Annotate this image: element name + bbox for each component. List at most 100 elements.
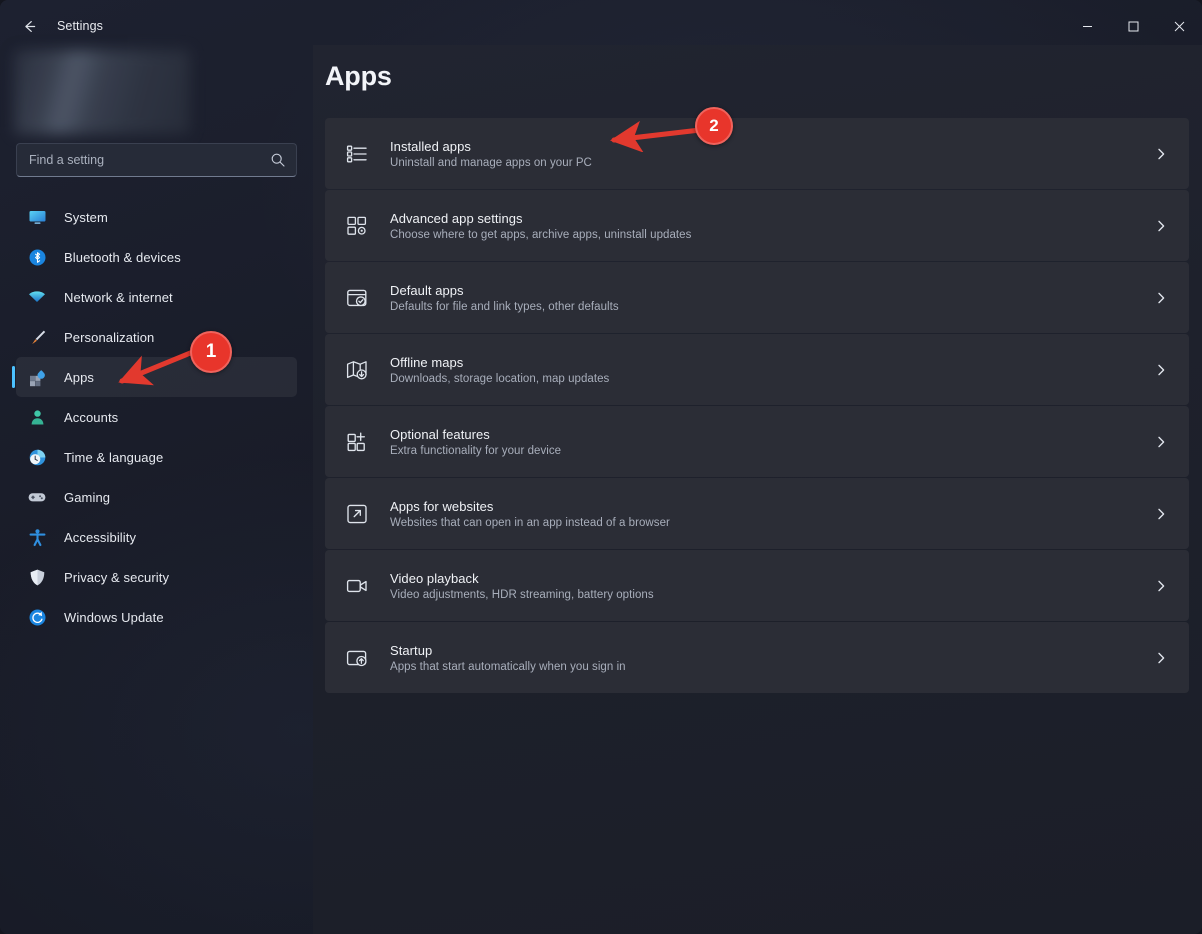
main-content: Apps Installed apps Uninstall and manag [313, 45, 1202, 934]
row-text: Advanced app settings Choose where to ge… [390, 211, 691, 241]
chevron-right-icon[interactable] [1154, 291, 1168, 305]
search-input[interactable] [29, 153, 270, 167]
sidebar-item-label: System [64, 210, 108, 225]
sidebar-item-label: Accounts [64, 410, 118, 425]
system-monitor-icon [24, 208, 50, 227]
row-text: Default apps Defaults for file and link … [390, 283, 619, 313]
chevron-right-icon[interactable] [1154, 363, 1168, 377]
chevron-right-icon[interactable] [1154, 651, 1168, 665]
offline-maps-icon [341, 358, 373, 382]
row-title: Apps for websites [390, 499, 670, 514]
row-offline-maps[interactable]: Offline maps Downloads, storage location… [325, 334, 1189, 405]
sidebar-item-windows-update[interactable]: Windows Update [16, 597, 297, 637]
sidebar-item-apps[interactable]: Apps [16, 357, 297, 397]
chevron-right-icon[interactable] [1154, 435, 1168, 449]
apps-grid-icon [24, 368, 50, 387]
row-advanced-app-settings[interactable]: Advanced app settings Choose where to ge… [325, 190, 1189, 261]
sidebar-item-accounts[interactable]: Accounts [16, 397, 297, 437]
minimize-icon [1082, 21, 1093, 32]
sidebar-item-label: Time & language [64, 450, 163, 465]
row-video-playback[interactable]: Video playback Video adjustments, HDR st… [325, 550, 1189, 621]
row-subtitle: Websites that can open in an app instead… [390, 517, 670, 529]
close-icon [1174, 21, 1185, 32]
row-text: Startup Apps that start automatically wh… [390, 643, 626, 673]
advanced-app-settings-icon [341, 214, 373, 238]
row-text: Apps for websites Websites that can open… [390, 499, 670, 529]
row-subtitle: Video adjustments, HDR streaming, batter… [390, 589, 654, 601]
row-subtitle: Extra functionality for your device [390, 445, 561, 457]
optional-features-icon [341, 430, 373, 454]
row-subtitle: Choose where to get apps, archive apps, … [390, 229, 691, 241]
minimize-button[interactable] [1064, 0, 1110, 52]
sidebar-item-label: Windows Update [64, 610, 164, 625]
startup-icon [341, 646, 373, 670]
accessibility-icon [24, 528, 50, 547]
maximize-icon [1128, 21, 1139, 32]
sidebar-item-privacy-security[interactable]: Privacy & security [16, 557, 297, 597]
sidebar-item-network-internet[interactable]: Network & internet [16, 277, 297, 317]
video-camera-icon [341, 574, 373, 598]
wifi-icon [24, 287, 50, 307]
row-optional-features[interactable]: Optional features Extra functionality fo… [325, 406, 1189, 477]
chevron-right-icon[interactable] [1154, 219, 1168, 233]
sidebar-nav-list: System Bluetooth & devices [0, 197, 313, 637]
sidebar-item-personalization[interactable]: Personalization [16, 317, 297, 357]
row-subtitle: Downloads, storage location, map updates [390, 373, 609, 385]
settings-card-list: Installed apps Uninstall and manage apps… [325, 118, 1189, 694]
row-apps-for-websites[interactable]: Apps for websites Websites that can open… [325, 478, 1189, 549]
row-title: Installed apps [390, 139, 592, 154]
sidebar-item-label: Privacy & security [64, 570, 169, 585]
maximize-button[interactable] [1110, 0, 1156, 52]
row-title: Offline maps [390, 355, 609, 370]
row-subtitle: Uninstall and manage apps on your PC [390, 157, 592, 169]
update-refresh-icon [24, 608, 50, 627]
gamepad-icon [24, 487, 50, 507]
annotation-badge-1: 1 [190, 331, 232, 373]
row-subtitle: Apps that start automatically when you s… [390, 661, 626, 673]
row-title: Video playback [390, 571, 654, 586]
person-icon [24, 408, 50, 427]
chevron-right-icon[interactable] [1154, 147, 1168, 161]
clock-globe-icon [24, 448, 50, 467]
sidebar-item-label: Personalization [64, 330, 154, 345]
row-text: Offline maps Downloads, storage location… [390, 355, 609, 385]
sidebar: System Bluetooth & devices [0, 45, 313, 934]
row-startup[interactable]: Startup Apps that start automatically wh… [325, 622, 1189, 693]
back-arrow-icon [21, 18, 38, 35]
row-title: Advanced app settings [390, 211, 691, 226]
window-controls [1064, 0, 1202, 52]
sidebar-item-time-language[interactable]: Time & language [16, 437, 297, 477]
sidebar-item-system[interactable]: System [16, 197, 297, 237]
page-title: Apps [325, 61, 392, 92]
paintbrush-icon [24, 328, 50, 347]
row-title: Startup [390, 643, 626, 658]
search-icon [270, 152, 286, 168]
settings-window: Settings [0, 0, 1202, 934]
sidebar-item-label: Bluetooth & devices [64, 250, 181, 265]
row-default-apps[interactable]: Default apps Defaults for file and link … [325, 262, 1189, 333]
bluetooth-icon [24, 248, 50, 267]
search-field-wrapper [16, 143, 297, 177]
window-title: Settings [57, 19, 103, 33]
user-profile-blurred[interactable] [14, 50, 190, 134]
row-installed-apps[interactable]: Installed apps Uninstall and manage apps… [325, 118, 1189, 189]
title-bar: Settings [0, 0, 1202, 52]
row-text: Video playback Video adjustments, HDR st… [390, 571, 654, 601]
row-text: Optional features Extra functionality fo… [390, 427, 561, 457]
chevron-right-icon[interactable] [1154, 507, 1168, 521]
sidebar-item-label: Network & internet [64, 290, 173, 305]
row-title: Optional features [390, 427, 561, 442]
search-box[interactable] [16, 143, 297, 177]
badge-number: 1 [206, 341, 217, 363]
back-button[interactable] [10, 11, 48, 41]
sidebar-item-gaming[interactable]: Gaming [16, 477, 297, 517]
sidebar-item-accessibility[interactable]: Accessibility [16, 517, 297, 557]
annotation-badge-2: 2 [695, 107, 733, 145]
sidebar-item-label: Accessibility [64, 530, 136, 545]
close-button[interactable] [1156, 0, 1202, 52]
default-apps-icon [341, 286, 373, 310]
installed-apps-list-icon [341, 142, 373, 166]
sidebar-item-bluetooth-devices[interactable]: Bluetooth & devices [16, 237, 297, 277]
badge-number: 2 [709, 116, 718, 136]
chevron-right-icon[interactable] [1154, 579, 1168, 593]
